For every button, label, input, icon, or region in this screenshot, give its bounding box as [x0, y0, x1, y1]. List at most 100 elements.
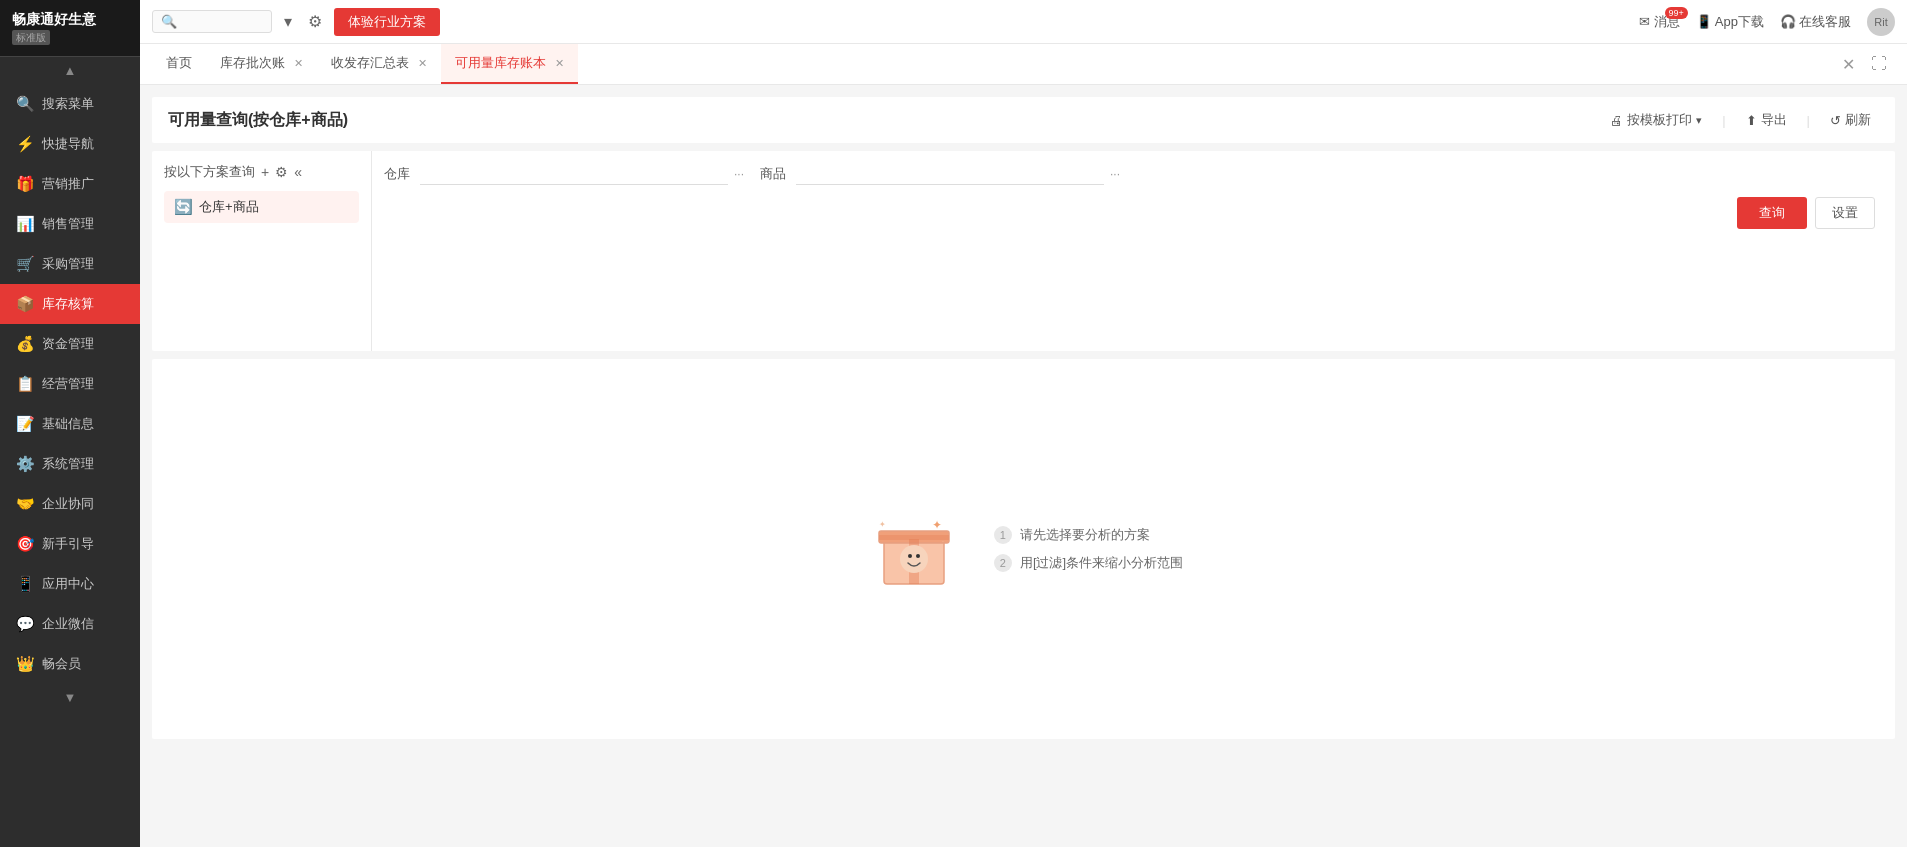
warehouse-input[interactable]: [420, 163, 728, 185]
sidebar-scroll-up[interactable]: ▲: [0, 57, 140, 84]
search-menu-icon: 🔍: [16, 95, 34, 113]
tip-num-1: 1: [994, 526, 1012, 544]
marketing-icon: 🎁: [16, 175, 34, 193]
sidebar-item-operation[interactable]: 📋 经营管理: [0, 364, 140, 404]
settings-icon[interactable]: ⚙: [304, 10, 326, 33]
scheme-item-warehouse-product[interactable]: 🔄 仓库+商品: [164, 191, 359, 223]
collapse-scheme-btn[interactable]: «: [294, 164, 302, 180]
filter-row: 仓库 ··· 商品 ···: [384, 163, 1883, 185]
sidebar-item-label: 畅会员: [42, 655, 81, 673]
sidebar-item-wechat[interactable]: 💬 企业微信: [0, 604, 140, 644]
user-avatar[interactable]: Rit: [1867, 8, 1895, 36]
sidebar-item-marketing[interactable]: 🎁 营销推广: [0, 164, 140, 204]
sidebar-item-purchase[interactable]: 🛒 采购管理: [0, 244, 140, 284]
sidebar-item-label: 新手引导: [42, 535, 94, 553]
sidebar-item-member[interactable]: 👑 畅会员: [0, 644, 140, 684]
settings-button[interactable]: 设置: [1815, 197, 1875, 229]
tab-available-label: 可用量库存账本: [455, 54, 546, 72]
print-btn-label: 按模板打印: [1627, 111, 1692, 129]
wechat-icon: 💬: [16, 615, 34, 633]
print-chevron-icon: ▾: [1696, 114, 1702, 127]
page-header-actions: 🖨 按模板打印 ▾ | ⬆ 导出 | ↺ 刷新: [1602, 107, 1879, 133]
app-download-btn[interactable]: 📱 App下载: [1696, 13, 1764, 31]
settings-scheme-btn[interactable]: ⚙: [275, 164, 288, 180]
tab-batch-close[interactable]: ✕: [294, 57, 303, 70]
sidebar-scroll: ▲ 🔍 搜索菜单 ⚡ 快捷导航 🎁 营销推广 📊 销售管理 🛒 采购管理 📦 库…: [0, 57, 140, 847]
sidebar-item-finance[interactable]: 💰 资金管理: [0, 324, 140, 364]
tab-summary-close[interactable]: ✕: [418, 57, 427, 70]
brand-name: 畅康通好生意: [12, 10, 128, 28]
tab-batch-label: 库存批次账: [220, 54, 285, 72]
username-label: Rit: [1874, 16, 1887, 28]
sidebar-item-enterprise[interactable]: 🤝 企业协同: [0, 484, 140, 524]
scheme-label: 仓库+商品: [199, 198, 259, 216]
sidebar-item-label: 资金管理: [42, 335, 94, 353]
svg-point-4: [900, 545, 928, 573]
page-header: 可用量查询(按仓库+商品) 🖨 按模板打印 ▾ | ⬆ 导出 | ↺ 刷新: [152, 97, 1895, 143]
message-btn[interactable]: ✉ 消息 99+: [1639, 13, 1680, 31]
warehouse-more-btn[interactable]: ···: [734, 167, 744, 181]
message-badge: 99+: [1665, 7, 1688, 19]
tip-num-2: 2: [994, 554, 1012, 572]
query-button[interactable]: 查询: [1737, 197, 1807, 229]
query-right-panel: 仓库 ··· 商品 ··· 查询 设置: [372, 151, 1895, 351]
sidebar-item-system[interactable]: ⚙️ 系统管理: [0, 444, 140, 484]
quicknav-icon: ⚡: [16, 135, 34, 153]
refresh-btn[interactable]: ↺ 刷新: [1822, 107, 1879, 133]
warehouse-filter: 仓库 ···: [384, 163, 744, 185]
operation-icon: 📋: [16, 375, 34, 393]
svg-text:✦: ✦: [932, 518, 942, 532]
tab-home[interactable]: 首页: [152, 44, 206, 84]
sidebar-item-label: 快捷导航: [42, 135, 94, 153]
sidebar-item-label: 采购管理: [42, 255, 94, 273]
search-input[interactable]: [181, 15, 261, 29]
sidebar-item-appcenter[interactable]: 📱 应用中心: [0, 564, 140, 604]
warehouse-label: 仓库: [384, 165, 414, 183]
sidebar-item-label: 库存核算: [42, 295, 94, 313]
empty-illustration: ✦ ✦ ·: [864, 499, 964, 599]
svg-rect-3: [879, 535, 949, 540]
tab-batch[interactable]: 库存批次账 ✕: [206, 44, 317, 84]
refresh-icon: ↺: [1830, 113, 1841, 128]
system-icon: ⚙️: [16, 455, 34, 473]
enterprise-icon: 🤝: [16, 495, 34, 513]
export-btn[interactable]: ⬆ 导出: [1738, 107, 1795, 133]
tab-summary[interactable]: 收发存汇总表 ✕: [317, 44, 441, 84]
sidebar-item-label: 系统管理: [42, 455, 94, 473]
tab-available[interactable]: 可用量库存账本 ✕: [441, 44, 578, 84]
query-left-panel: 按以下方案查询 + ⚙ « 🔄 仓库+商品: [152, 151, 372, 351]
phone-icon: 📱: [1696, 14, 1712, 29]
sidebar-item-label: 企业协同: [42, 495, 94, 513]
sidebar-item-inventory[interactable]: 📦 库存核算: [0, 284, 140, 324]
sidebar-item-basic[interactable]: 📝 基础信息: [0, 404, 140, 444]
svg-point-5: [908, 554, 912, 558]
svg-text:✦: ✦: [879, 520, 886, 529]
chevron-down-icon[interactable]: ▾: [280, 10, 296, 33]
trial-button[interactable]: 体验行业方案: [334, 8, 440, 36]
topbar-right: ✉ 消息 99+ 📱 App下载 🎧 在线客服 Rit: [1639, 8, 1895, 36]
export-btn-label: 导出: [1761, 111, 1787, 129]
sidebar-item-search[interactable]: 🔍 搜索菜单: [0, 84, 140, 124]
product-input[interactable]: [796, 163, 1104, 185]
product-more-btn[interactable]: ···: [1110, 167, 1120, 181]
query-section: 按以下方案查询 + ⚙ « 🔄 仓库+商品 仓库 ···: [152, 151, 1895, 351]
topbar: 🔍 ▾ ⚙ 体验行业方案 ✉ 消息 99+ 📱 App下载 🎧 在线客服 Rit: [140, 0, 1907, 44]
tabs-close-all-btn[interactable]: ✕: [1834, 51, 1863, 78]
print-btn[interactable]: 🖨 按模板打印 ▾: [1602, 107, 1710, 133]
headset-icon: 🎧: [1780, 14, 1796, 29]
sidebar-item-guide[interactable]: 🎯 新手引导: [0, 524, 140, 564]
empty-state: ✦ ✦ · 1 请先选择要分析的方案 2 用[过滤]条件来缩小分析范围: [152, 359, 1895, 739]
empty-inner: ✦ ✦ · 1 请先选择要分析的方案 2 用[过滤]条件来缩小分析范围: [864, 499, 1183, 599]
sidebar-item-label: 应用中心: [42, 575, 94, 593]
tabs-expand-btn[interactable]: ⛶: [1863, 51, 1895, 77]
print-icon: 🖨: [1610, 113, 1623, 128]
tab-available-close[interactable]: ✕: [555, 57, 564, 70]
topbar-search-box[interactable]: 🔍: [152, 10, 272, 33]
sidebar-scroll-down[interactable]: ▼: [0, 684, 140, 711]
sidebar-item-sales[interactable]: 📊 销售管理: [0, 204, 140, 244]
scheme-sync-icon: 🔄: [174, 198, 193, 216]
add-scheme-btn[interactable]: +: [261, 164, 269, 180]
online-service-btn[interactable]: 🎧 在线客服: [1780, 13, 1851, 31]
sidebar-item-quicknav[interactable]: ⚡ 快捷导航: [0, 124, 140, 164]
sidebar-item-label: 营销推广: [42, 175, 94, 193]
